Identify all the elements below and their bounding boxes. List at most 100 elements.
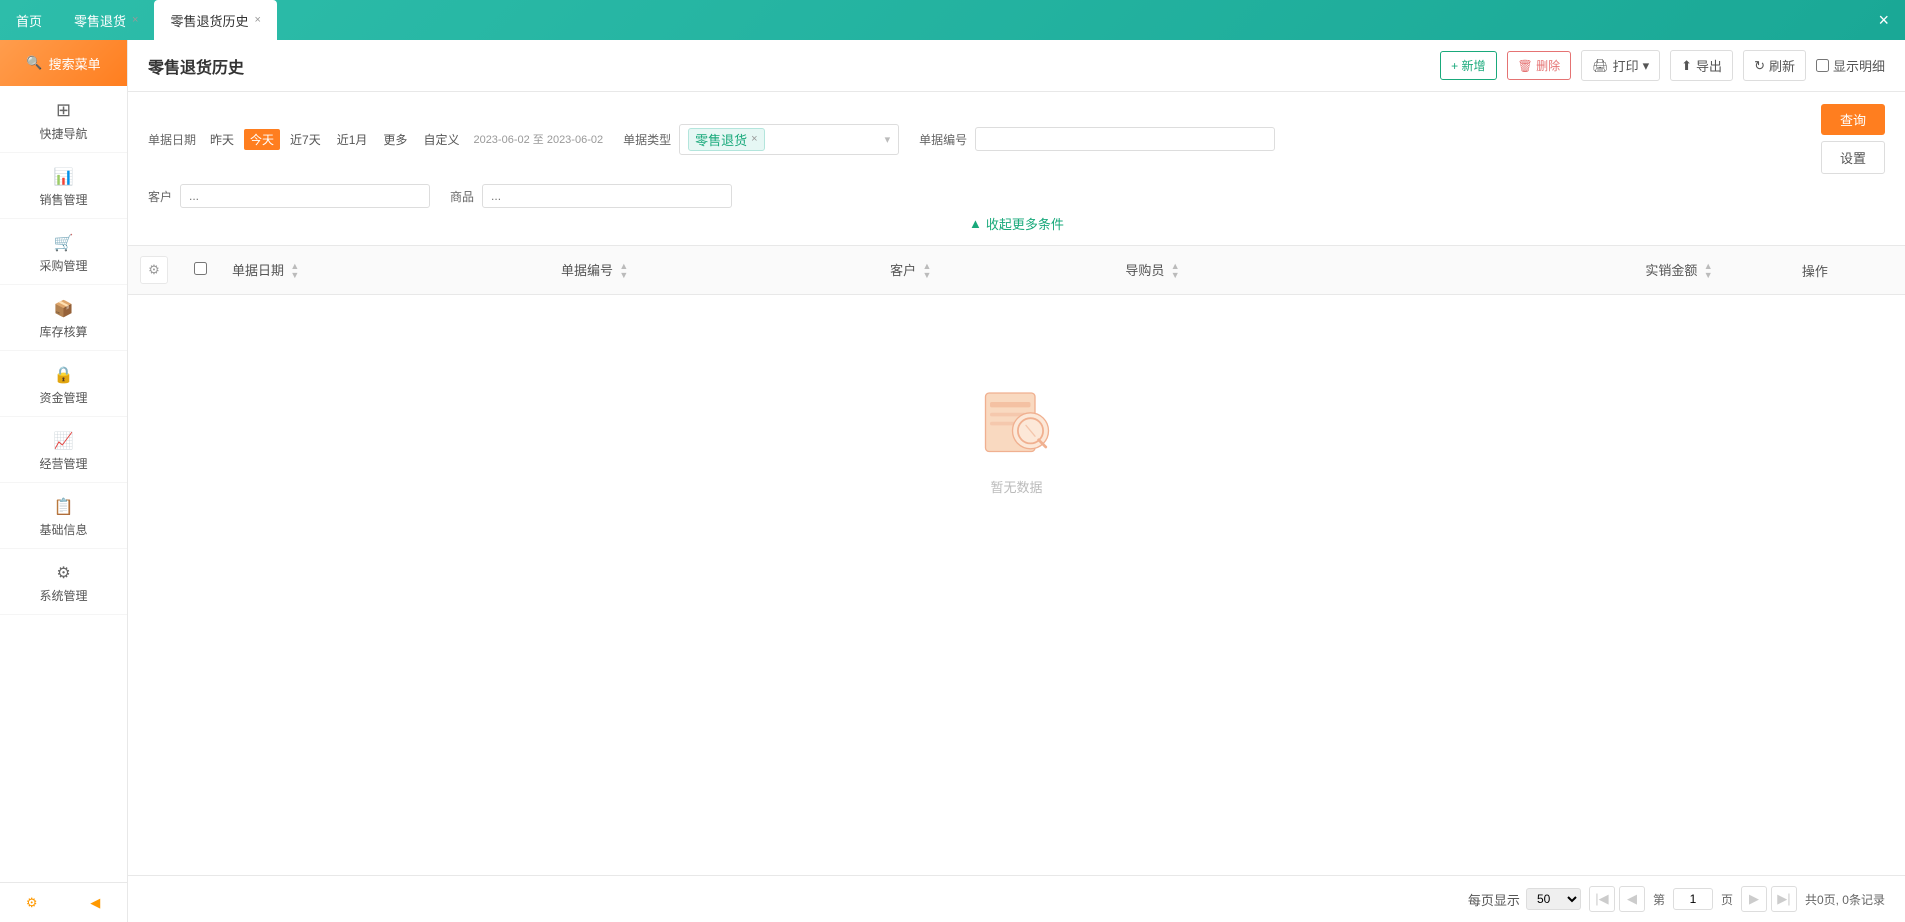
collapse-filter-btn[interactable]: ▲ 收起更多条件 <box>969 214 1064 233</box>
filter-row-2: 客户 商品 <box>148 184 1885 208</box>
type-filter-select[interactable]: 零售退货 × ▾ <box>679 124 899 155</box>
pagination-bar: 每页显示 10 20 50 100 |◀ ◀ 第 页 ▶ ▶| 共0页, 0条记… <box>128 875 1905 922</box>
main-content: 零售退货历史 + 新增 🗑 删除 🖨 打印 ▾ ⬆ 导出 ↻ 刷新 <box>128 40 1905 922</box>
th-number[interactable]: 单据编号 ▲▼ <box>549 246 878 295</box>
th-amount-sort: ▲▼ <box>1704 262 1713 280</box>
export-icon: ⬆ <box>1681 58 1692 74</box>
query-settings-buttons: 查询 设置 <box>1821 104 1885 174</box>
page-nav: |◀ ◀ 第 页 ▶ ▶| <box>1589 886 1797 912</box>
sidebar-item-sales-mgmt[interactable]: 📊 销售管理 <box>0 153 127 219</box>
refresh-button[interactable]: ↻ 刷新 <box>1743 50 1806 81</box>
shortcut-7days[interactable]: 近7天 <box>284 129 327 150</box>
date-range-display: 2023-06-02 至 2023-06-02 <box>473 131 603 147</box>
collapse-icon: ◀ <box>90 895 100 911</box>
system-mgmt-icon: ⚙ <box>56 563 70 583</box>
tab-home[interactable]: 首页 <box>0 0 58 40</box>
print-button[interactable]: 🖨 打印 ▾ <box>1581 50 1660 81</box>
th-date[interactable]: 单据日期 ▲▼ <box>220 246 549 295</box>
tab-retail-return-history-label: 零售退货历史 <box>170 11 248 30</box>
toolbar: + 新增 🗑 删除 🖨 打印 ▾ ⬆ 导出 ↻ 刷新 显示明细 <box>1440 50 1885 81</box>
inventory-icon: 📦 <box>54 299 74 319</box>
page-header: 零售退货历史 + 新增 🗑 删除 🖨 打印 ▾ ⬆ 导出 ↻ 刷新 <box>128 40 1905 92</box>
shortcut-yesterday[interactable]: 昨天 <box>204 129 240 150</box>
print-dropdown-icon: ▾ <box>1643 58 1650 74</box>
sidebar-item-business[interactable]: 📈 经营管理 <box>0 417 127 483</box>
th-number-label: 单据编号 <box>561 263 613 278</box>
type-filter-tag-text: 零售退货 <box>695 130 747 149</box>
layout: 🔍 搜索菜单 ⊞ 快捷导航 📊 销售管理 🛒 采购管理 📦 库存核算 🔒 <box>0 40 1905 922</box>
settings-button[interactable]: 设置 <box>1821 141 1885 174</box>
print-label: 打印 <box>1613 56 1639 75</box>
page-next-btn[interactable]: ▶ <box>1741 886 1767 912</box>
page-size-select: 每页显示 10 20 50 100 <box>1468 888 1581 910</box>
page-number-input[interactable] <box>1673 888 1713 910</box>
select-all-checkbox[interactable] <box>194 262 207 275</box>
topbar-close-btn[interactable]: × <box>1862 10 1905 31</box>
goods-filter-input[interactable] <box>482 184 732 208</box>
type-filter-label: 单据类型 <box>623 131 671 148</box>
page-jump-label1: 第 <box>1653 891 1665 908</box>
type-filter-dropdown-icon: ▾ <box>885 133 891 146</box>
filter-area: 单据日期 昨天 今天 近7天 近1月 更多 自定义 2023-06-02 至 2… <box>128 92 1905 246</box>
data-table: ⚙ 单据日期 ▲▼ 单据编号 ▲▼ <box>128 246 1905 295</box>
th-amount-label: 实销金额 <box>1645 263 1697 278</box>
shortcut-custom[interactable]: 自定义 <box>417 129 465 150</box>
page-first-btn[interactable]: |◀ <box>1589 886 1615 912</box>
sales-mgmt-icon: 📊 <box>54 167 74 187</box>
th-number-sort: ▲▼ <box>619 262 628 280</box>
tab-retail-return-history[interactable]: 零售退货历史 × <box>154 0 276 40</box>
shortcut-1month[interactable]: 近1月 <box>331 129 374 150</box>
page-last-btn[interactable]: ▶| <box>1771 886 1797 912</box>
th-guide[interactable]: 导购员 ▲▼ <box>1113 246 1395 295</box>
th-guide-sort: ▲▼ <box>1171 262 1180 280</box>
finance-icon: 🔒 <box>54 365 74 385</box>
filter-number: 单据编号 <box>919 127 1275 151</box>
th-guide-label: 导购员 <box>1125 263 1164 278</box>
query-button[interactable]: 查询 <box>1821 104 1885 135</box>
sidebar-item-finance[interactable]: 🔒 资金管理 <box>0 351 127 417</box>
sidebar-bottom: ⚙ ◀ <box>0 882 127 922</box>
sidebar-item-basic-info[interactable]: 📋 基础信息 <box>0 483 127 549</box>
table-settings-btn[interactable]: ⚙ <box>140 256 168 284</box>
page-size-dropdown[interactable]: 10 20 50 100 <box>1526 888 1581 910</box>
type-filter-tag-remove[interactable]: × <box>751 133 757 145</box>
refresh-label: 刷新 <box>1769 56 1795 75</box>
empty-text: 暂无数据 <box>990 477 1042 496</box>
empty-state: 暂无数据 <box>128 295 1905 556</box>
sidebar-item-system-mgmt-label: 系统管理 <box>39 587 87 604</box>
business-icon: 📈 <box>54 431 74 451</box>
th-date-sort: ▲▼ <box>290 262 299 280</box>
sidebar-settings-btn[interactable]: ⚙ <box>0 883 64 922</box>
customer-filter-input[interactable] <box>180 184 430 208</box>
sidebar-item-quick-nav[interactable]: ⊞ 快捷导航 <box>0 86 127 153</box>
tab-retail-return-history-close[interactable]: × <box>254 14 260 26</box>
sidebar-item-inventory[interactable]: 📦 库存核算 <box>0 285 127 351</box>
page-prev-btn[interactable]: ◀ <box>1619 886 1645 912</box>
sidebar-item-quick-nav-label: 快捷导航 <box>39 125 87 142</box>
add-button[interactable]: + 新增 <box>1440 51 1496 80</box>
tab-retail-return-close[interactable]: × <box>132 14 138 26</box>
shortcut-today[interactable]: 今天 <box>244 129 280 150</box>
sidebar-item-purchase-mgmt-label: 采购管理 <box>39 257 87 274</box>
sidebar-collapse-btn[interactable]: ◀ <box>64 883 128 922</box>
quick-nav-icon: ⊞ <box>56 100 71 121</box>
th-action: 操作 <box>1725 246 1905 295</box>
export-button[interactable]: ⬆ 导出 <box>1670 50 1733 81</box>
th-date-label: 单据日期 <box>232 263 284 278</box>
delete-button[interactable]: 🗑 删除 <box>1507 51 1572 80</box>
tab-retail-return[interactable]: 零售退货 × <box>58 0 154 40</box>
show-detail-checkbox-label[interactable]: 显示明细 <box>1816 56 1885 75</box>
th-customer[interactable]: 客户 ▲▼ <box>878 246 1113 295</box>
th-amount[interactable]: 实销金额 ▲▼ <box>1396 246 1725 295</box>
date-shortcuts: 昨天 今天 近7天 近1月 更多 自定义 <box>204 129 465 150</box>
sidebar-item-purchase-mgmt[interactable]: 🛒 采购管理 <box>0 219 127 285</box>
sidebar-item-system-mgmt[interactable]: ⚙ 系统管理 <box>0 549 127 615</box>
number-filter-label: 单据编号 <box>919 131 967 148</box>
sidebar-search[interactable]: 🔍 搜索菜单 <box>0 40 127 86</box>
shortcut-more[interactable]: 更多 <box>377 129 413 150</box>
th-customer-label: 客户 <box>890 263 916 278</box>
show-detail-checkbox[interactable] <box>1816 59 1829 72</box>
th-settings: ⚙ <box>128 246 180 295</box>
number-filter-input[interactable] <box>975 127 1275 151</box>
search-icon: 🔍 <box>26 55 42 71</box>
